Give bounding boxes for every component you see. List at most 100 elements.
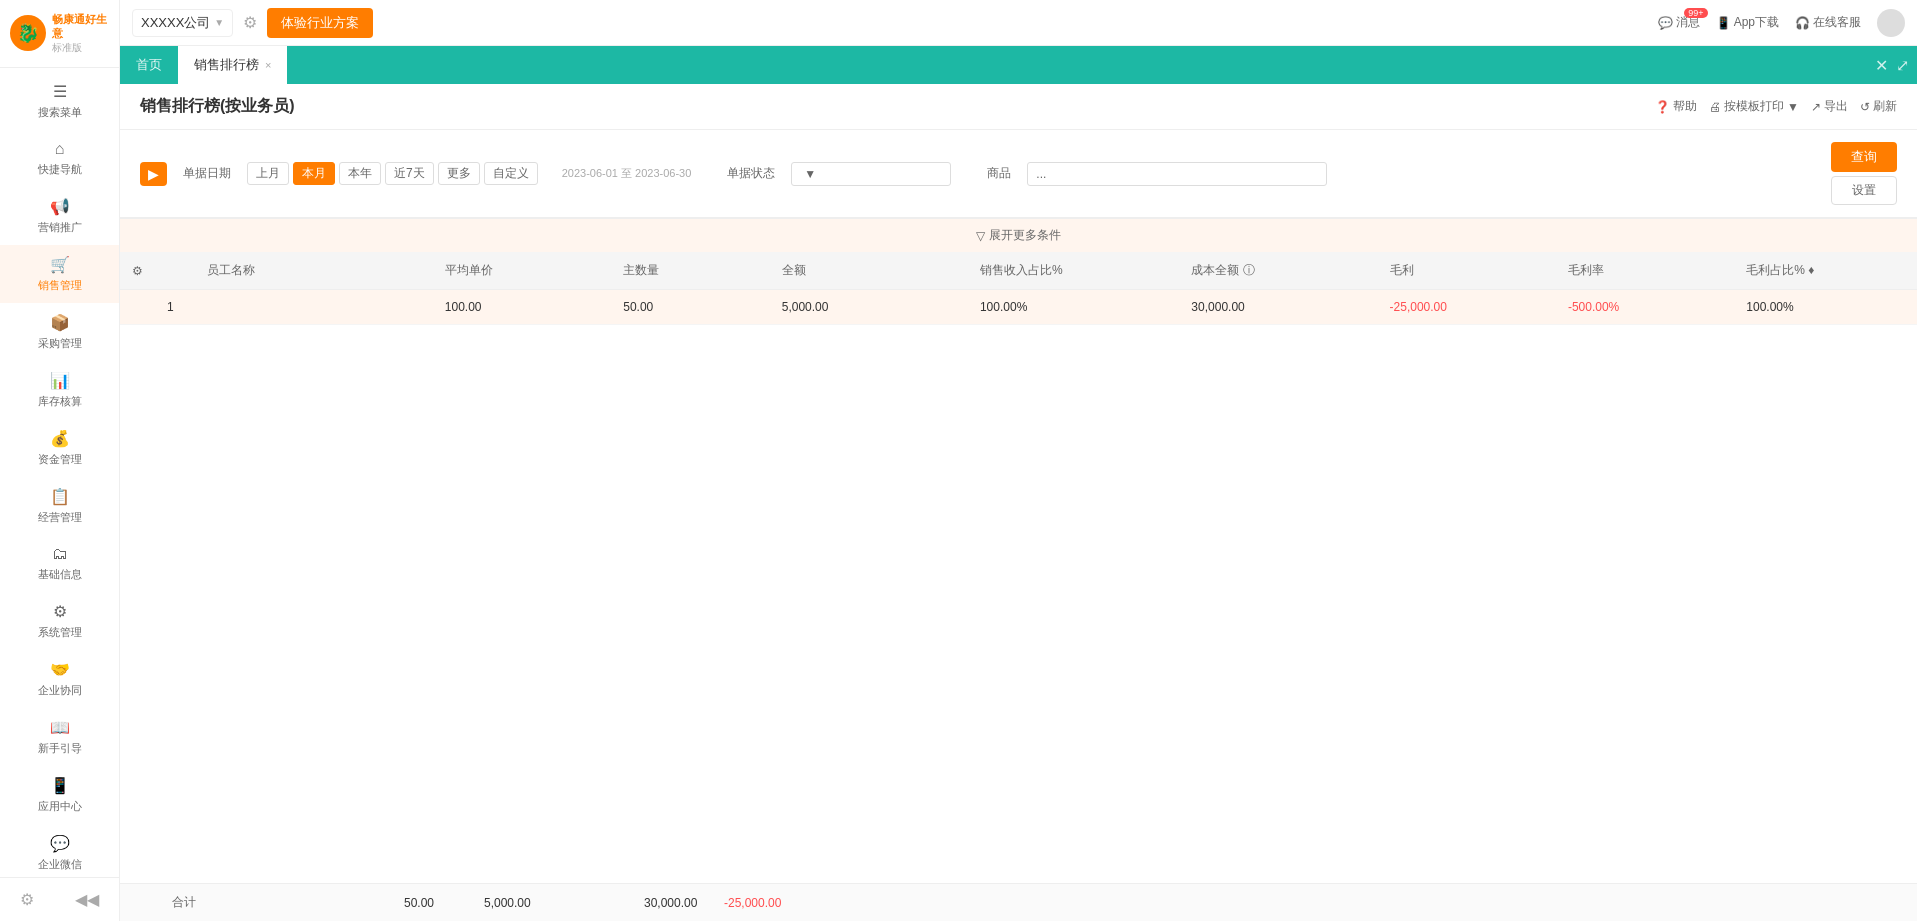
refresh-label: 刷新 (1873, 98, 1897, 115)
sidebar-item-经营管理[interactable]: 📋经营管理 (0, 477, 119, 535)
query-button[interactable]: 查询 (1831, 142, 1897, 172)
expand-more-filters-button[interactable]: ▽ 展开更多条件 (120, 218, 1917, 252)
date-btn-this-month[interactable]: 本月 (293, 162, 335, 185)
topbar-right: 💬 消息 99+ 📱 App下载 🎧 在线客服 (1658, 9, 1905, 37)
tab-close-icon[interactable]: × (265, 59, 271, 71)
footer-amount: 5,000.00 (472, 896, 552, 910)
nav-label: 新手引导 (38, 741, 82, 756)
message-button[interactable]: 💬 消息 99+ (1658, 14, 1700, 31)
print-chevron-icon: ▼ (1787, 100, 1799, 114)
th-qty: 主数量 (611, 252, 770, 290)
tab-restore-icon[interactable]: ⤢ (1896, 56, 1909, 75)
th-sales-pct: 销售收入占比% (968, 252, 1179, 290)
user-avatar[interactable] (1877, 9, 1905, 37)
nav-label: 资金管理 (38, 452, 82, 467)
nav-icon: 🗂 (52, 545, 68, 563)
table-header-row: ⚙ 员工名称 平均单价 主数量 全额 销售收入占比% 成本全额 ⓘ 毛利 毛利率… (120, 252, 1917, 290)
th-avg-price: 平均单价 (433, 252, 611, 290)
nav-label: 搜索菜单 (38, 105, 82, 120)
company-name: XXXXX公司 (141, 14, 210, 32)
page-title: 销售排行榜(按业务员) (140, 96, 295, 117)
print-button[interactable]: 🖨 按模板打印 ▼ (1709, 98, 1799, 115)
sidebar-item-销售管理[interactable]: 🛒销售管理 (0, 245, 119, 303)
refresh-button[interactable]: ↺ 刷新 (1860, 98, 1897, 115)
export-label: 导出 (1824, 98, 1848, 115)
expand-chevron-icon: ▽ (976, 229, 985, 243)
topbar-gear-icon[interactable]: ⚙ (243, 13, 257, 32)
sidebar-nav: ☰搜索菜单⌂快捷导航 📢 营销推广 🛒销售管理📦采购管理📊库存核算 💰 资金管理 📋经营管理… (0, 68, 119, 877)
nav-label: 库存核算 (38, 394, 82, 409)
sidebar-item-基础信息[interactable]: 🗂 基础信息 (0, 535, 119, 592)
td-cost: 30,000.00 (1179, 290, 1377, 325)
nav-icon: 📖 (50, 718, 70, 737)
table-row: 1 100.00 50.00 5,000.00 100.00% 30,000.0… (120, 290, 1917, 325)
nav-icon: 💰 (50, 429, 70, 448)
td-gross-pct: 100.00% (1734, 290, 1917, 325)
support-icon: 🎧 (1795, 16, 1810, 30)
date-btn-more[interactable]: 更多 (438, 162, 480, 185)
tabs-right-controls: ✕ ⤢ (1875, 56, 1917, 75)
download-icon: 📱 (1716, 16, 1731, 30)
nav-icon: 📢 (50, 197, 70, 216)
tab-home[interactable]: 首页 (120, 46, 178, 84)
status-select[interactable]: ▼ (791, 162, 951, 186)
nav-icon: ⌂ (55, 140, 65, 158)
sidebar-item-系统管理[interactable]: ⚙系统管理 (0, 592, 119, 650)
nav-icon: 🤝 (50, 660, 70, 679)
nav-label: 企业微信 (38, 857, 82, 872)
filter-area: ▶ 单据日期 上月 本月 本年 近7天 更多 自定义 2023-06-01 至 … (120, 130, 1917, 218)
sidebar-item-库存核算[interactable]: 📊库存核算 (0, 361, 119, 419)
expand-label: 展开更多条件 (989, 227, 1061, 244)
nav-label: 营销推广 (38, 220, 82, 235)
date-btn-7days[interactable]: 近7天 (385, 162, 434, 185)
sidebar-item-营销推广[interactable]: 📢 营销推广 (0, 187, 119, 245)
th-settings[interactable]: ⚙ (120, 252, 155, 290)
nav-label: 经营管理 (38, 510, 82, 525)
sidebar: 🐉 畅康通好生意 标准版 ☰搜索菜单⌂快捷导航📢营销推广🛒销售管理📦采购管理📊库… (0, 0, 120, 921)
td-avg-price: 100.00 (433, 290, 611, 325)
nav-label: 基础信息 (38, 567, 82, 582)
sidebar-item-快捷导航[interactable]: ⌂快捷导航 (0, 130, 119, 187)
nav-label: 采购管理 (38, 336, 82, 351)
collapse-sidebar-icon[interactable]: ◀◀ (67, 886, 107, 913)
goods-label: 商品 (987, 165, 1011, 182)
export-icon: ↗ (1811, 100, 1821, 114)
filter-expand-arrow[interactable]: ▶ (140, 162, 167, 186)
help-button[interactable]: ❓ 帮助 (1655, 98, 1697, 115)
trial-button[interactable]: 体验行业方案 (267, 8, 373, 38)
sidebar-item-应用中心[interactable]: 📱 应用中心 (0, 766, 119, 824)
nav-icon: 📱 (50, 776, 70, 795)
td-sales-pct: 100.00% (968, 290, 1179, 325)
help-label: 帮助 (1673, 98, 1697, 115)
goods-input[interactable]: ... (1027, 162, 1327, 186)
app-download-button[interactable]: 📱 App下载 (1716, 14, 1779, 31)
footer-qty: 50.00 (392, 896, 472, 910)
page-header: 销售排行榜(按业务员) ❓ 帮助 🖨 按模板打印 ▼ ↗ 导出 ↺ 刷新 (120, 84, 1917, 130)
sidebar-item-企业微信[interactable]: 💬 企业微信 (0, 824, 119, 877)
page-content: 销售排行榜(按业务员) ❓ 帮助 🖨 按模板打印 ▼ ↗ 导出 ↺ 刷新 (120, 84, 1917, 921)
date-btn-this-year[interactable]: 本年 (339, 162, 381, 185)
tab-sales-ranking[interactable]: 销售排行榜 × (178, 46, 287, 84)
th-gross-pct: 毛利占比% ♦ (1734, 252, 1917, 290)
sidebar-item-资金管理[interactable]: 💰 资金管理 (0, 419, 119, 477)
date-btn-custom[interactable]: 自定义 (484, 162, 538, 185)
nav-icon: 💬 (50, 834, 70, 853)
settings-bottom-icon[interactable]: ⚙ (12, 886, 42, 913)
sidebar-item-采购管理[interactable]: 📦采购管理 (0, 303, 119, 361)
status-label: 单据状态 (727, 165, 775, 182)
sidebar-item-搜索菜单[interactable]: ☰搜索菜单 (0, 72, 119, 130)
tab-bar: 首页 销售排行榜 × ✕ ⤢ (120, 46, 1917, 84)
td-rank: 1 (155, 290, 195, 325)
td-margin: -500.00% (1556, 290, 1734, 325)
online-support-button[interactable]: 🎧 在线客服 (1795, 14, 1861, 31)
date-btn-last-month[interactable]: 上月 (247, 162, 289, 185)
sidebar-item-企业协同[interactable]: 🤝企业协同 (0, 650, 119, 708)
nav-label: 应用中心 (38, 799, 82, 814)
company-select[interactable]: XXXXX公司 ▼ (132, 9, 233, 37)
export-button[interactable]: ↗ 导出 (1811, 98, 1848, 115)
date-shortcuts: 上月 本月 本年 近7天 更多 自定义 (247, 162, 538, 185)
settings-button[interactable]: 设置 (1831, 176, 1897, 205)
sidebar-item-新手引导[interactable]: 📖 新手引导 (0, 708, 119, 766)
tab-close-all-icon[interactable]: ✕ (1875, 56, 1888, 75)
th-amount: 全额 (770, 252, 968, 290)
